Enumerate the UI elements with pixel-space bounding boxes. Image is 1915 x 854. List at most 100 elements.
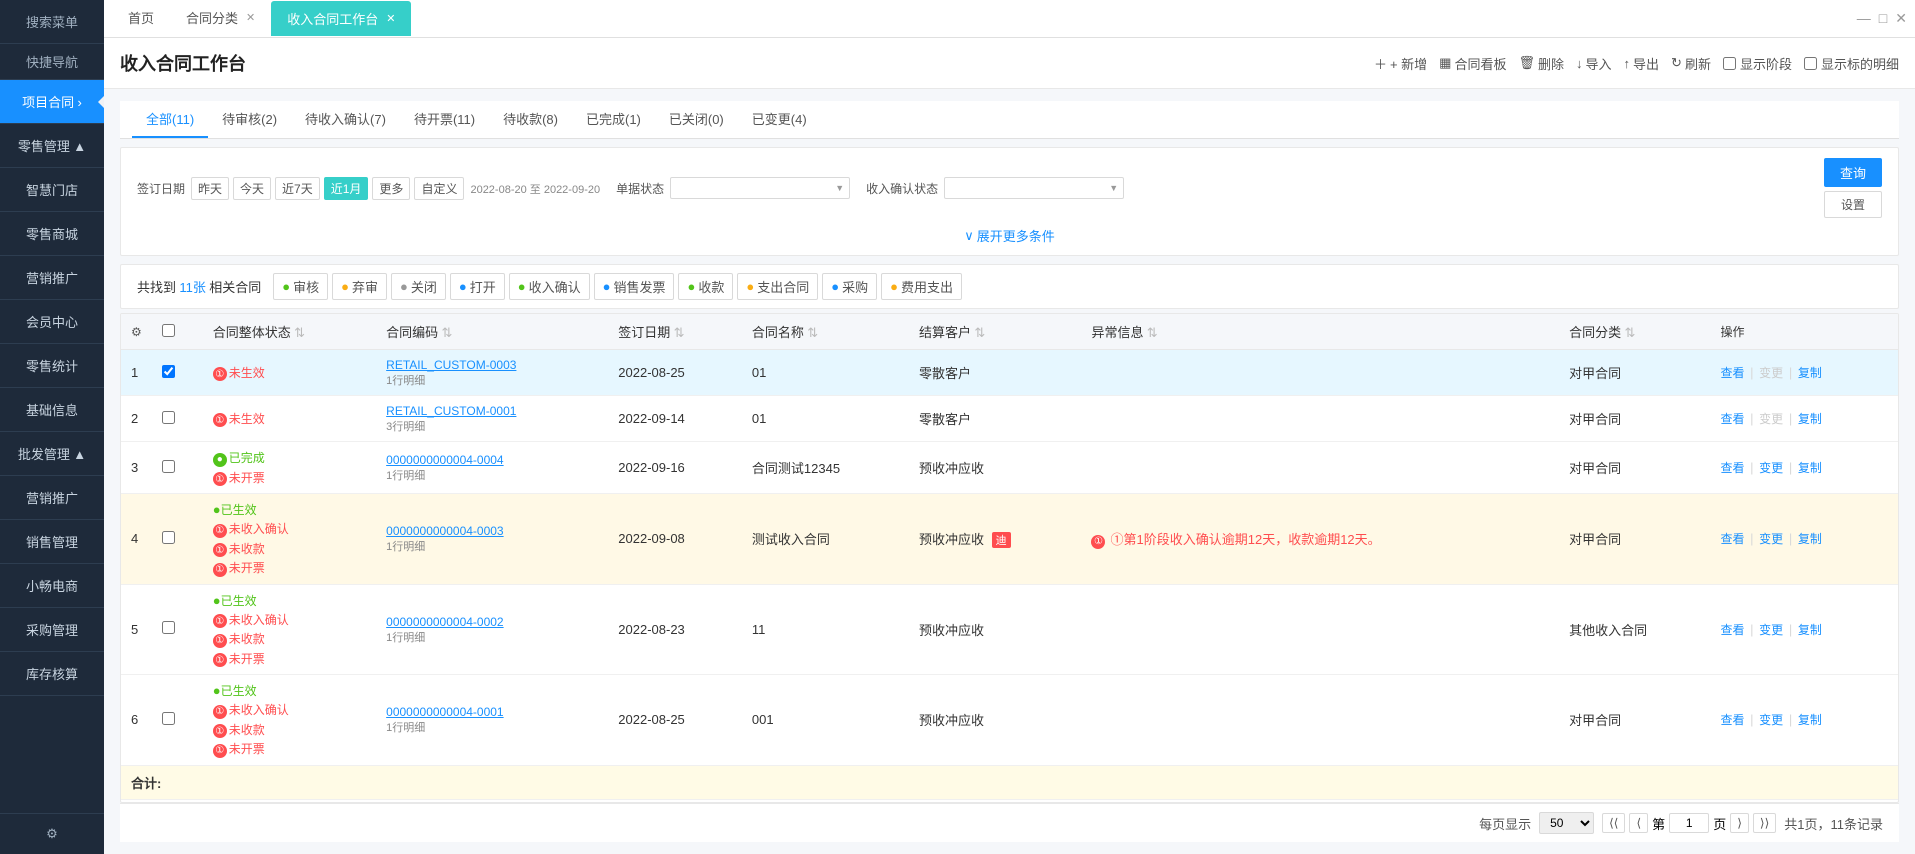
sort-icon[interactable]: ⇅ <box>1624 325 1635 340</box>
sidebar-item-inventory[interactable]: 库存核算 <box>0 652 104 696</box>
collection-button[interactable]: ● 收款 <box>678 273 733 300</box>
sidebar-item-retail-mall[interactable]: 零售商城 <box>0 212 104 256</box>
contract-code-link[interactable]: RETAIL_CUSTOM-0001 <box>386 404 516 418</box>
action-copy[interactable]: 复制 <box>1798 532 1822 546</box>
filter-tab-pending-payment[interactable]: 待收款(8) <box>489 101 572 138</box>
tab-contract-type-close[interactable]: ✕ <box>246 11 255 24</box>
close-button[interactable]: ✕ <box>1895 10 1907 27</box>
contract-code-link[interactable]: 0000000000004-0002 <box>386 615 503 629</box>
abandon-button[interactable]: ● 弃审 <box>332 273 387 300</box>
date-btn-more[interactable]: 更多 <box>372 177 410 200</box>
expand-conditions-button[interactable]: ∨ 展开更多条件 <box>964 226 1055 245</box>
action-copy[interactable]: 复制 <box>1798 623 1822 637</box>
tab-home[interactable]: 首页 <box>112 0 170 37</box>
export-button[interactable]: ↑ 导出 <box>1624 54 1660 73</box>
action-change[interactable]: 变更 <box>1759 366 1783 380</box>
contract-code-link[interactable]: 0000000000004-0001 <box>386 705 503 719</box>
row-select-checkbox[interactable] <box>162 712 175 725</box>
show-phase-input[interactable] <box>1723 57 1736 70</box>
sidebar-item-wholesale[interactable]: 批发管理 ▲ <box>0 432 104 476</box>
action-copy[interactable]: 复制 <box>1798 713 1822 727</box>
filter-tab-pending-income[interactable]: 待收入确认(7) <box>291 101 400 138</box>
sidebar-item-project[interactable]: 项目合同 › <box>0 80 104 124</box>
search-button[interactable]: 查询 <box>1824 158 1882 187</box>
action-copy[interactable]: 复制 <box>1798 412 1822 426</box>
tab-income-workbench-close[interactable]: ✕ <box>386 12 395 25</box>
page-size-select[interactable]: 50 10 20 100 <box>1539 812 1594 834</box>
page-last-button[interactable]: ⟩⟩ <box>1753 813 1776 833</box>
expense-pay-button[interactable]: ● 费用支出 <box>881 273 962 300</box>
row-select-checkbox[interactable] <box>162 460 175 473</box>
col-settings[interactable]: ⚙ <box>121 314 152 350</box>
date-btn-last1month[interactable]: 近1月 <box>324 177 369 200</box>
contract-code-link[interactable]: RETAIL_CUSTOM-0003 <box>386 358 516 372</box>
sidebar-item-marketing2[interactable]: 营销推广 <box>0 476 104 520</box>
filter-tab-completed[interactable]: 已完成(1) <box>572 101 655 138</box>
sidebar-item-base-info[interactable]: 基础信息 <box>0 388 104 432</box>
sidebar-settings[interactable]: ⚙ <box>0 813 104 854</box>
sort-icon[interactable]: ⇅ <box>974 325 985 340</box>
show-phase-checkbox[interactable]: 显示阶段 <box>1723 54 1792 73</box>
contract-code-link[interactable]: 0000000000004-0004 <box>386 453 503 467</box>
expense-out-button[interactable]: ● 支出合同 <box>737 273 818 300</box>
minimize-button[interactable]: — <box>1857 10 1871 27</box>
page-prev-button[interactable]: ⟨ <box>1629 813 1648 833</box>
refresh-button[interactable]: ↻ 刷新 <box>1671 54 1711 73</box>
date-btn-last7[interactable]: 近7天 <box>275 177 320 200</box>
new-button[interactable]: ＋ + 新增 <box>1374 54 1427 73</box>
action-view[interactable]: 查看 <box>1721 366 1745 380</box>
row-select-checkbox[interactable] <box>162 365 175 378</box>
action-copy[interactable]: 复制 <box>1798 461 1822 475</box>
review-button[interactable]: ● 审核 <box>273 273 328 300</box>
close-btn[interactable]: ● 关闭 <box>391 273 446 300</box>
sales-invoice-button[interactable]: ● 销售发票 <box>594 273 675 300</box>
action-change[interactable]: 变更 <box>1759 713 1783 727</box>
count-link[interactable]: 11张 <box>179 280 206 295</box>
filter-tab-closed[interactable]: 已关闭(0) <box>655 101 738 138</box>
date-btn-today[interactable]: 今天 <box>233 177 271 200</box>
tab-income-workbench[interactable]: 收入合同工作台 ✕ <box>271 1 411 36</box>
contract-panel-button[interactable]: ▦ 合同看板 <box>1439 54 1506 73</box>
maximize-button[interactable]: □ <box>1879 10 1887 27</box>
sort-icon[interactable]: ⇅ <box>674 325 685 340</box>
action-view[interactable]: 查看 <box>1721 623 1745 637</box>
sidebar-item-retail-mgmt[interactable]: 零售管理 ▲ <box>0 124 104 168</box>
show-detail-checkbox[interactable]: 显示标的明细 <box>1804 54 1899 73</box>
sort-icon[interactable]: ⇅ <box>294 325 305 340</box>
contract-code-link[interactable]: 0000000000004-0003 <box>386 524 503 538</box>
sidebar-item-purchase[interactable]: 采购管理 <box>0 608 104 652</box>
tab-contract-type[interactable]: 合同分类 ✕ <box>170 0 271 37</box>
select-all-checkbox[interactable] <box>162 324 175 337</box>
delete-button[interactable]: 🗑 删除 <box>1518 54 1564 73</box>
sidebar-item-smart-store[interactable]: 智慧门店 <box>0 168 104 212</box>
sort-icon[interactable]: ⇅ <box>442 325 453 340</box>
row-select-checkbox[interactable] <box>162 621 175 634</box>
action-view[interactable]: 查看 <box>1721 412 1745 426</box>
date-btn-yesterday[interactable]: 昨天 <box>191 177 229 200</box>
action-copy[interactable]: 复制 <box>1798 366 1822 380</box>
filter-tab-changed[interactable]: 已变更(4) <box>738 101 821 138</box>
income-confirm-button[interactable]: ● 收入确认 <box>509 273 590 300</box>
sidebar-item-member[interactable]: 会员中心 <box>0 300 104 344</box>
action-view[interactable]: 查看 <box>1721 461 1745 475</box>
page-next-button[interactable]: ⟩ <box>1730 813 1749 833</box>
sidebar-item-xiaochang[interactable]: 小畅电商 <box>0 564 104 608</box>
action-change[interactable]: 变更 <box>1759 461 1783 475</box>
action-change[interactable]: 变更 <box>1759 623 1783 637</box>
show-detail-input[interactable] <box>1804 57 1817 70</box>
row-select-checkbox[interactable] <box>162 531 175 544</box>
date-btn-custom[interactable]: 自定义 <box>414 177 464 200</box>
filter-tab-pending-review[interactable]: 待审核(2) <box>208 101 291 138</box>
page-first-button[interactable]: ⟨⟨ <box>1602 813 1625 833</box>
sidebar-item-marketing[interactable]: 营销推广 <box>0 256 104 300</box>
action-view[interactable]: 查看 <box>1721 532 1745 546</box>
purchase-button[interactable]: ● 采购 <box>822 273 877 300</box>
sidebar-item-sales[interactable]: 销售管理 <box>0 520 104 564</box>
sidebar-search[interactable]: 搜索菜单 <box>0 0 104 44</box>
settings-button[interactable]: 设置 <box>1824 191 1882 218</box>
filter-tab-pending-invoice[interactable]: 待开票(11) <box>400 101 489 138</box>
action-change[interactable]: 变更 <box>1759 412 1783 426</box>
action-view[interactable]: 查看 <box>1721 713 1745 727</box>
doc-status-select[interactable] <box>670 177 850 199</box>
page-input[interactable] <box>1669 813 1709 833</box>
